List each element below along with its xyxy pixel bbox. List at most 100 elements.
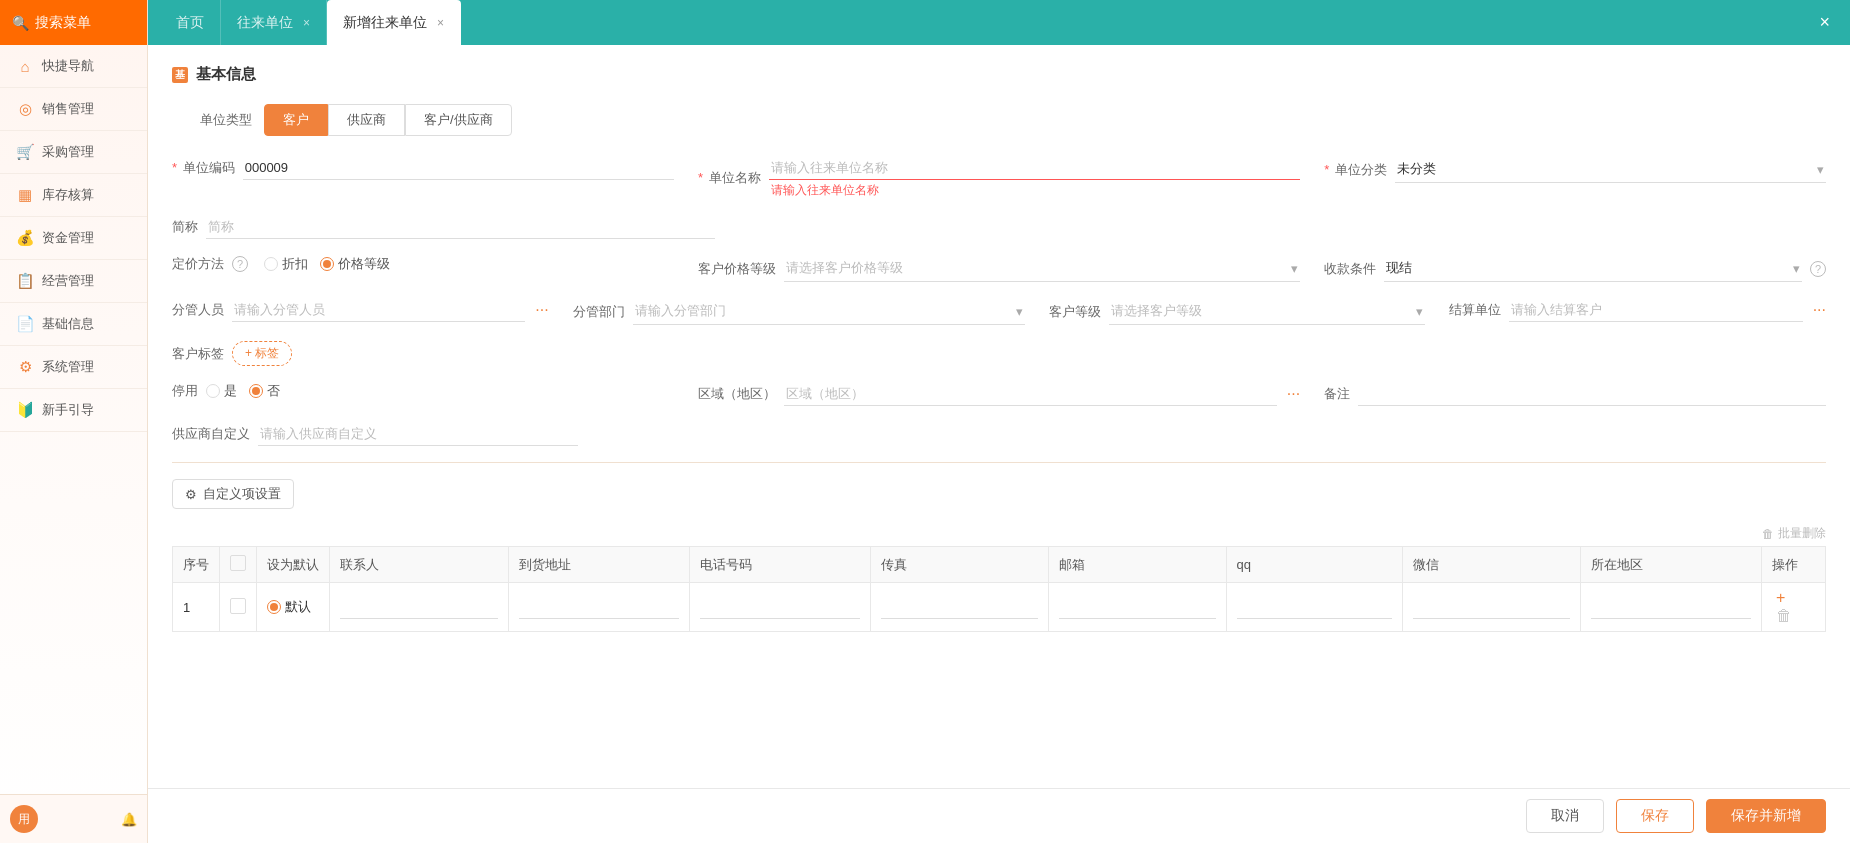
- region-dots-btn[interactable]: ···: [1287, 385, 1300, 403]
- settlement-dots-btn[interactable]: ···: [1813, 301, 1826, 319]
- tab-new-counterparty-close[interactable]: ×: [437, 16, 444, 30]
- row-default-radio[interactable]: 默认: [267, 598, 319, 616]
- sidebar-item-label: 基础信息: [42, 315, 94, 333]
- cell-fax[interactable]: [870, 583, 1048, 632]
- field-unit-name: * 单位名称 请输入往来单位名称: [698, 156, 1300, 199]
- th-default: 设为默认: [257, 547, 330, 583]
- unit-type-label: 单位类型: [172, 111, 252, 129]
- remark-input[interactable]: [1358, 382, 1826, 406]
- header-checkbox[interactable]: [230, 555, 246, 571]
- wechat-input[interactable]: [1413, 595, 1570, 619]
- customer-price-level-select[interactable]: 请选择客户价格等级 ▾: [784, 255, 1300, 282]
- department-select[interactable]: 请输入分管部门 ▾: [633, 298, 1025, 325]
- sidebar-item-label: 经营管理: [42, 272, 94, 290]
- tab-counterparty-close[interactable]: ×: [303, 16, 310, 30]
- form-content: 基 基本信息 单位类型 客户 供应商 客户/供应商 * 单位编码: [148, 45, 1850, 788]
- manager-dots-btn[interactable]: ···: [535, 301, 548, 319]
- manager-input[interactable]: [232, 298, 525, 322]
- type-btn-supplier[interactable]: 供应商: [328, 104, 405, 136]
- sidebar-item-sales[interactable]: ◎ 销售管理: [0, 88, 147, 131]
- radio-discount[interactable]: 折扣: [264, 255, 308, 273]
- contact-input[interactable]: [340, 595, 498, 619]
- cell-qq[interactable]: [1226, 583, 1403, 632]
- tab-counterparty-label: 往来单位: [237, 14, 293, 32]
- supplier-custom-input[interactable]: [258, 422, 578, 446]
- address-input[interactable]: [519, 595, 679, 619]
- radio-price-level-circle: [320, 257, 334, 271]
- qq-input[interactable]: [1237, 595, 1393, 619]
- th-email: 邮箱: [1048, 547, 1226, 583]
- cell-contact[interactable]: [330, 583, 509, 632]
- radio-no-circle: [249, 384, 263, 398]
- add-row-btn[interactable]: +: [1772, 589, 1789, 607]
- region-input[interactable]: [784, 382, 1277, 406]
- short-name-input[interactable]: [206, 215, 715, 239]
- cell-checkbox: [220, 583, 257, 632]
- pricing-help-icon[interactable]: ?: [232, 256, 248, 272]
- field-remark: 备注: [1324, 382, 1826, 406]
- cell-wechat[interactable]: [1403, 583, 1581, 632]
- price-level-arrow-icon: ▾: [1291, 261, 1298, 276]
- form-row-2: 简称: [172, 215, 1826, 239]
- type-btn-both[interactable]: 客户/供应商: [405, 104, 512, 136]
- cell-address[interactable]: [509, 583, 690, 632]
- radio-yes[interactable]: 是: [206, 382, 237, 400]
- section-title-icon: 基: [172, 67, 188, 83]
- radio-no[interactable]: 否: [249, 382, 280, 400]
- sidebar-item-guide[interactable]: 🔰 新手引导: [0, 389, 147, 432]
- row-region-input[interactable]: [1591, 595, 1751, 619]
- inventory-icon: ▦: [16, 186, 34, 204]
- cell-phone[interactable]: [689, 583, 870, 632]
- cell-default: 默认: [257, 583, 330, 632]
- unit-code-label: * 单位编码: [172, 159, 235, 177]
- sidebar-item-quicknav[interactable]: ⌂ 快捷导航: [0, 45, 147, 88]
- field-region: 区域（地区） ···: [698, 382, 1300, 406]
- field-manager: 分管人员 ···: [172, 298, 549, 322]
- tab-home[interactable]: 首页: [160, 0, 221, 45]
- finance-icon: 💰: [16, 229, 34, 247]
- type-btn-customer[interactable]: 客户: [264, 104, 328, 136]
- ops-icon: 📋: [16, 272, 34, 290]
- tab-counterparty[interactable]: 往来单位 ×: [221, 0, 327, 45]
- sidebar-item-label: 新手引导: [42, 401, 94, 419]
- sidebar-item-basic[interactable]: 📄 基础信息: [0, 303, 147, 346]
- customer-level-select[interactable]: 请选择客户等级 ▾: [1109, 298, 1426, 325]
- tag-add-button[interactable]: + 标签: [232, 341, 292, 366]
- form-row-3: 定价方法 ? 折扣 价格等级: [172, 255, 1826, 282]
- unit-category-select[interactable]: 未分类 ▾: [1395, 156, 1826, 183]
- cancel-button[interactable]: 取消: [1526, 799, 1604, 833]
- cell-region[interactable]: [1581, 583, 1762, 632]
- field-supplier-custom: 供应商自定义: [172, 422, 580, 446]
- sidebar-item-purchase[interactable]: 🛒 采购管理: [0, 131, 147, 174]
- settlement-unit-input[interactable]: [1509, 298, 1802, 322]
- sidebar-item-inventory[interactable]: ▦ 库存核算: [0, 174, 147, 217]
- unit-code-input[interactable]: [243, 156, 674, 180]
- window-close-btn[interactable]: ×: [1811, 12, 1838, 33]
- save-new-button[interactable]: 保存并新增: [1706, 799, 1826, 833]
- form-row-7: 供应商自定义: [172, 422, 1826, 446]
- payment-help-icon[interactable]: ?: [1810, 261, 1826, 277]
- fax-input[interactable]: [881, 595, 1038, 619]
- radio-price-level[interactable]: 价格等级: [320, 255, 390, 273]
- email-input[interactable]: [1059, 595, 1216, 619]
- unit-name-input[interactable]: [769, 156, 1301, 180]
- sidebar-item-finance[interactable]: 💰 资金管理: [0, 217, 147, 260]
- sidebar-item-system[interactable]: ⚙ 系统管理: [0, 346, 147, 389]
- field-settlement-unit: 结算单位 ···: [1449, 298, 1826, 322]
- sidebar-item-label: 快捷导航: [42, 57, 94, 75]
- search-menu-btn[interactable]: 🔍 搜索菜单: [0, 0, 147, 45]
- row-checkbox[interactable]: [230, 598, 246, 614]
- custom-settings-btn[interactable]: ⚙ 自定义项设置: [172, 479, 294, 509]
- save-button[interactable]: 保存: [1616, 799, 1694, 833]
- sidebar-item-ops[interactable]: 📋 经营管理: [0, 260, 147, 303]
- th-checkbox: [220, 547, 257, 583]
- delete-row-btn[interactable]: 🗑: [1772, 607, 1796, 625]
- system-icon: ⚙: [16, 358, 34, 376]
- phone-input[interactable]: [700, 595, 860, 619]
- tab-new-counterparty[interactable]: 新增往来单位 ×: [327, 0, 461, 45]
- cell-email[interactable]: [1048, 583, 1226, 632]
- sidebar-item-label: 销售管理: [42, 100, 94, 118]
- tab-home-label: 首页: [176, 14, 204, 32]
- payment-terms-select[interactable]: 现结 ▾: [1384, 255, 1802, 282]
- pricing-method-label: 定价方法: [172, 255, 224, 273]
